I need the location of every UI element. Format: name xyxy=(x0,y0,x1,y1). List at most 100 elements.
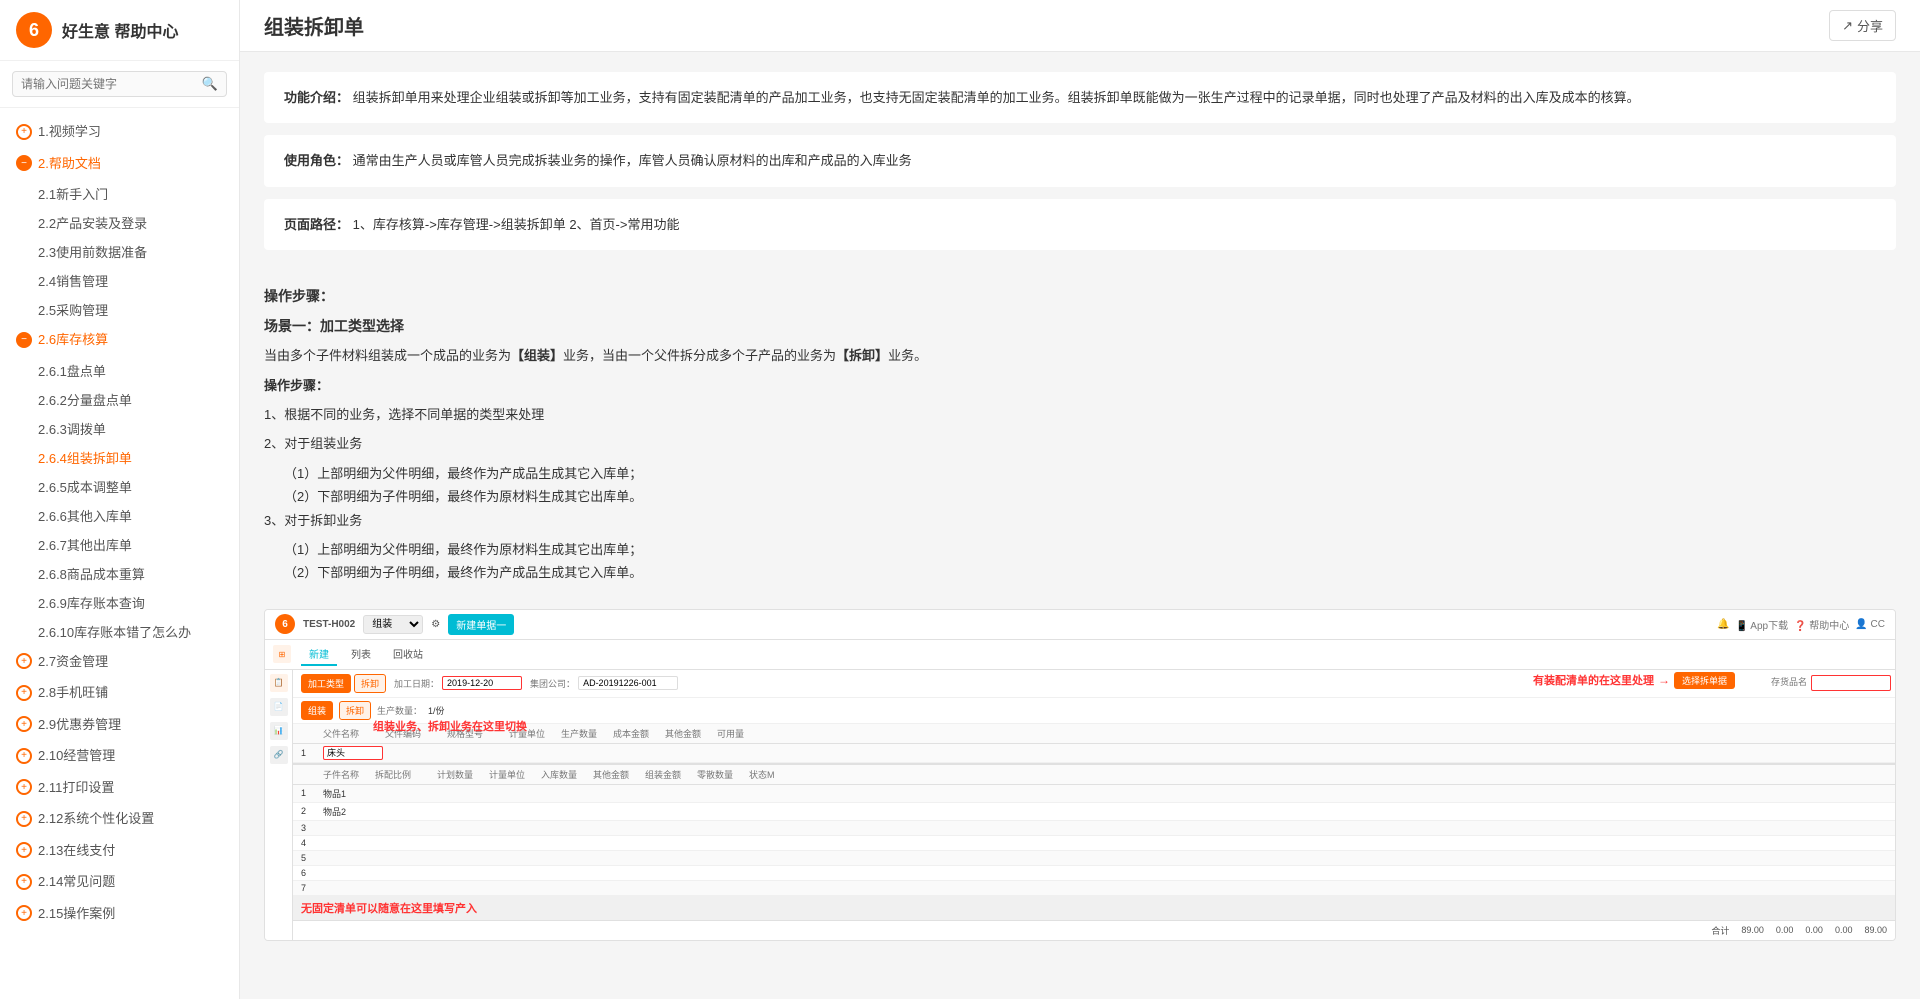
sidebar-item-custom[interactable]: + 2.12系统个性化设置 xyxy=(0,803,239,835)
sidebar-item-capital[interactable]: + 2.7资金管理 xyxy=(0,646,239,678)
sidebar-item-video[interactable]: + 1.视频学习 xyxy=(0,116,239,148)
sidebar-item-stock1[interactable]: 2.6.1盘点单 xyxy=(0,356,239,385)
ss-tab-trash[interactable]: 回收站 xyxy=(385,643,431,666)
sidebar-item-mobile[interactable]: + 2.8手机旺铺 xyxy=(0,677,239,709)
sidebar-label-inventory: 2.6库存核算 xyxy=(38,330,108,350)
sidebar-item-stock10[interactable]: 2.6.10库存账本错了怎么办 xyxy=(0,617,239,646)
sidebar-item-stock2[interactable]: 2.6.2分量盘点单 xyxy=(0,385,239,414)
ss-type-disassemble[interactable]: 拆卸 xyxy=(339,701,371,720)
sidebar-item-print[interactable]: + 2.11打印设置 xyxy=(0,772,239,804)
sidebar-item-stock8[interactable]: 2.6.8商品成本重算 xyxy=(0,559,239,588)
ss-title: TEST-H002 xyxy=(303,619,355,630)
ss-group-input[interactable] xyxy=(578,676,678,690)
minus-icon: − xyxy=(16,155,32,171)
bth-ratio: 拆配比例 xyxy=(375,768,435,781)
role-label: 使用角色： xyxy=(284,153,349,168)
ss-icon-1[interactable]: 📋 xyxy=(270,674,288,692)
sidebar-item-docs[interactable]: − 2.帮助文档 xyxy=(0,148,239,180)
sidebar-label-stock9: 2.6.9库存账本查询 xyxy=(38,596,145,611)
ss-main-content: 加工类型 拆卸 加工日期： 集团公司： xyxy=(293,670,1895,940)
ss-select-bom-btn[interactable]: 选择拆单据 xyxy=(1674,672,1735,689)
sidebar-label-stock5: 2.6.5成本调整单 xyxy=(38,480,132,495)
search-box[interactable]: 🔍 xyxy=(12,71,227,97)
step3-1: （1）上部明细为父件明细，最终作为原材料生成其它出库单； xyxy=(264,538,1896,561)
share-button[interactable]: ↗ 分享 xyxy=(1829,10,1896,41)
sidebar-item-stock6[interactable]: 2.6.6其他入库单 xyxy=(0,501,239,530)
annotation-type-text: 组装业务、拆卸业务在这里切换 xyxy=(373,721,527,733)
sidebar-item-purchase[interactable]: 2.5采购管理 xyxy=(0,295,239,324)
ss-assemble-btn[interactable]: 加工类型 xyxy=(301,674,351,693)
sidebar-item-faq[interactable]: + 2.14常见问题 xyxy=(0,866,239,898)
ss-type-row: 组装 拆卸 生产数量： 1/份 组装业务、拆卸业务在这里切换 xyxy=(293,698,1895,724)
bth-scatter-qty: 零散数量 xyxy=(697,768,747,781)
ss-setting-icon: ⚙ xyxy=(431,619,440,630)
plus-icon-10: + xyxy=(16,905,32,921)
ss-user-icon: 👤 CC xyxy=(1855,619,1885,630)
ss-new-btn[interactable]: 新建单据一 xyxy=(448,614,514,635)
ss-annotation-type: 组装业务、拆卸业务在这里切换 xyxy=(373,718,527,734)
sidebar-item-pay[interactable]: + 2.13在线支付 xyxy=(0,835,239,867)
plus-icon-8: + xyxy=(16,842,32,858)
search-input[interactable] xyxy=(21,77,202,91)
step3-2: （2）下部明细为子件明细，最终作为产成品生成其它入库单。 xyxy=(264,561,1896,584)
ss-footer-total-label: 合计 xyxy=(1711,924,1729,937)
bth-plan-qty: 计划数量 xyxy=(437,768,487,781)
app-logo: 6 xyxy=(16,12,52,48)
sidebar-label-case: 2.15操作案例 xyxy=(38,904,115,924)
sidebar-item-data[interactable]: 2.3使用前数据准备 xyxy=(0,237,239,266)
ss-parent-name-input[interactable] xyxy=(323,746,383,760)
logo-area: 6 好生意 帮助中心 xyxy=(0,0,239,61)
sidebar-item-stock4[interactable]: 2.6.4组装拆卸单 xyxy=(0,443,239,472)
sidebar-item-ops[interactable]: + 2.10经营管理 xyxy=(0,740,239,772)
sidebar-item-sales[interactable]: 2.4销售管理 xyxy=(0,266,239,295)
ss-icon-2[interactable]: 📄 xyxy=(270,698,288,716)
th-qty: 生产数量 xyxy=(561,727,611,740)
ops-steps-title: 操作步骤： xyxy=(264,374,1896,397)
ss-bottom-row-2: 2 物品2 xyxy=(293,803,1895,821)
ss-tab-new[interactable]: 新建 xyxy=(301,643,337,666)
sidebar-label-print: 2.11打印设置 xyxy=(38,778,114,798)
plus-icon-2: + xyxy=(16,653,32,669)
ss-footer: 合计 89.00 0.00 0.00 0.00 89.00 xyxy=(293,920,1895,940)
sidebar-item-install[interactable]: 2.2产品安装及登录 xyxy=(0,208,239,237)
ss-storename-input[interactable] xyxy=(1811,675,1891,691)
ss-bottom-row-5: 5 xyxy=(293,851,1895,866)
sidebar-item-stock9[interactable]: 2.6.9库存账本查询 xyxy=(0,588,239,617)
step2: 2、对于组装业务 xyxy=(264,432,1896,455)
ss-nav: ⊞ 新建 列表 回收站 xyxy=(265,640,1895,670)
ss-home-icon[interactable]: ⊞ xyxy=(273,645,291,663)
search-icon[interactable]: 🔍 xyxy=(202,76,218,92)
bth-ops xyxy=(801,768,825,781)
ss-bottom-row-7: 7 xyxy=(293,881,1895,896)
sidebar-item-coupon[interactable]: + 2.9优惠券管理 xyxy=(0,709,239,741)
sidebar-item-newbie[interactable]: 2.1新手入门 xyxy=(0,179,239,208)
plus-icon: + xyxy=(16,124,32,140)
ss-group-label: 集团公司： xyxy=(530,677,575,690)
path-label: 页面路径： xyxy=(284,217,349,232)
sidebar-item-case[interactable]: + 2.15操作案例 xyxy=(0,898,239,930)
ss-app-icon: 📱 App下载 xyxy=(1736,617,1788,632)
sidebar-label-stock4: 2.6.4组装拆卸单 xyxy=(38,451,132,466)
ss-icon-3[interactable]: 📊 xyxy=(270,722,288,740)
ss-bottom-row-6: 6 xyxy=(293,866,1895,881)
ss-tab-list[interactable]: 列表 xyxy=(343,643,379,666)
sidebar-item-stock3[interactable]: 2.6.3调拨单 xyxy=(0,414,239,443)
ss-type-assemble[interactable]: 组装 xyxy=(301,701,333,720)
ss-icons: 🔔 📱 App下载 ❓ 帮助中心 👤 CC xyxy=(1717,617,1885,632)
ss-type-select[interactable]: 组装拆卸 xyxy=(363,615,423,634)
ss-field-group: 集团公司： xyxy=(530,676,678,690)
sidebar-item-stock5[interactable]: 2.6.5成本调整单 xyxy=(0,472,239,501)
ss-annotation-bom: 有装配清单的在这里处理 → 选择拆单据 xyxy=(1533,672,1735,689)
ss-disassemble-btn[interactable]: 拆卸 xyxy=(354,674,386,693)
ss-date-input[interactable] xyxy=(442,676,522,690)
sidebar-label-newbie: 2.1新手入门 xyxy=(38,187,108,202)
sidebar-item-stock7[interactable]: 2.6.7其他出库单 xyxy=(0,530,239,559)
ss-footer-val3: 0.00 xyxy=(1805,925,1823,935)
ss-form-row: 加工类型 拆卸 加工日期： 集团公司： xyxy=(293,670,1895,698)
sidebar-label-ops: 2.10经营管理 xyxy=(38,746,115,766)
sidebar-label-pay: 2.13在线支付 xyxy=(38,841,115,861)
th-ops xyxy=(769,727,793,740)
role-block: 使用角色： 通常由生产人员或库管人员完成拆装业务的操作，库管人员确认原材料的出库… xyxy=(264,135,1896,186)
sidebar-item-inventory[interactable]: − 2.6库存核算 xyxy=(0,324,239,356)
ss-icon-4[interactable]: 🔗 xyxy=(270,746,288,764)
